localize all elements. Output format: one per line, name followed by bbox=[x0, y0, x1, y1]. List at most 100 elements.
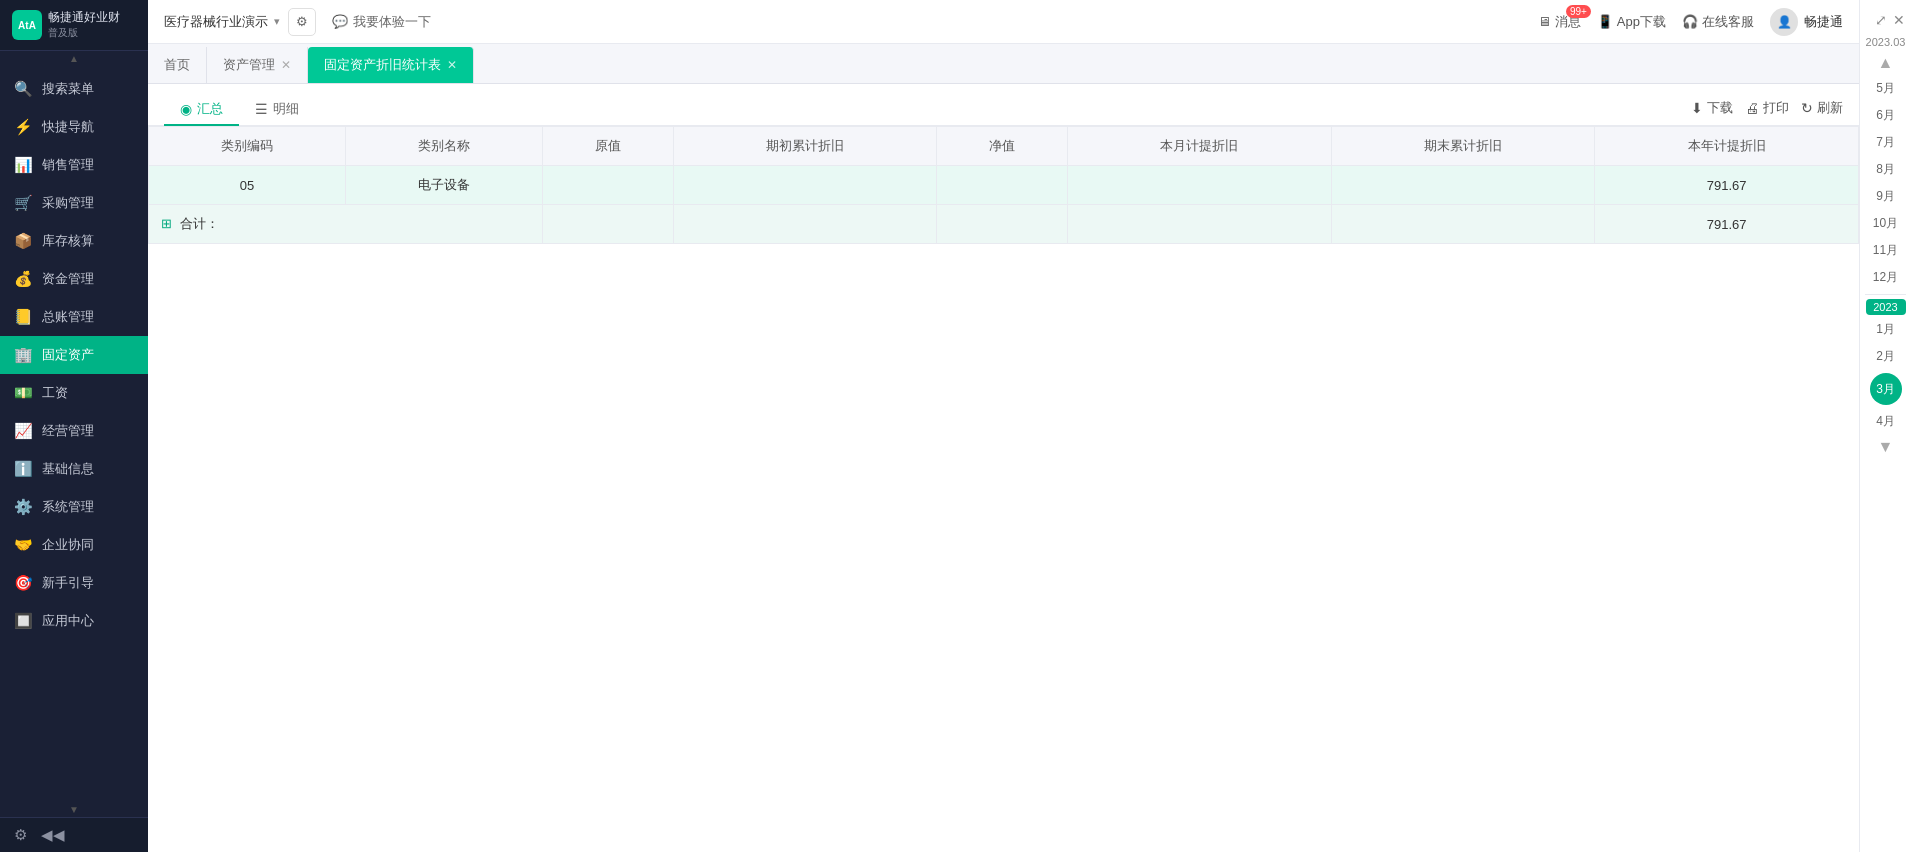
print-button[interactable]: 🖨 打印 bbox=[1745, 99, 1789, 117]
cell-code: 05 bbox=[149, 166, 346, 205]
month-scroll-down[interactable]: ▼ bbox=[1876, 436, 1896, 458]
sidebar-item-basic-info[interactable]: ℹ️ 基础信息 bbox=[0, 450, 148, 488]
sidebar-item-guide[interactable]: 🎯 新手引导 bbox=[0, 564, 148, 602]
tab-home[interactable]: 首页 bbox=[148, 47, 207, 83]
refresh-button[interactable]: ↻ 刷新 bbox=[1801, 99, 1843, 117]
sidebar-item-sales[interactable]: 📊 销售管理 bbox=[0, 146, 148, 184]
sidebar-item-label: 应用中心 bbox=[42, 612, 94, 630]
chart-icon: 📊 bbox=[14, 156, 32, 174]
user-area[interactable]: 👤 畅捷通 bbox=[1770, 8, 1843, 36]
sidebar-item-label: 快捷导航 bbox=[42, 118, 94, 136]
subtab-detail[interactable]: ☰ 明细 bbox=[239, 94, 315, 126]
month-item-6[interactable]: 6月 bbox=[1866, 103, 1906, 128]
cell-initial-acc bbox=[673, 166, 937, 205]
sidebar-item-purchase[interactable]: 🛒 采购管理 bbox=[0, 184, 148, 222]
sidebar-item-label: 经营管理 bbox=[42, 422, 94, 440]
right-panel: ⤢ ✕ 2023.03 ▲ 5月 6月 7月 8月 9月 10月 11月 12月… bbox=[1859, 0, 1911, 852]
close-panel-icon[interactable]: ✕ bbox=[1893, 12, 1905, 28]
tab-asset-mgmt-close[interactable]: ✕ bbox=[281, 58, 291, 72]
collapse-icon[interactable]: ◀◀ bbox=[41, 826, 65, 844]
logo-icon: AtA bbox=[12, 10, 42, 40]
topbar: 医疗器械行业演示 ▾ ⚙ 💬 我要体验一下 🖥 消息 99+ 📱 App下载 🎧… bbox=[148, 0, 1859, 44]
download-button[interactable]: ⬇ 下载 bbox=[1691, 99, 1733, 117]
month-item-9[interactable]: 9月 bbox=[1866, 184, 1906, 209]
cell-net bbox=[937, 166, 1068, 205]
appstore-icon: 🔲 bbox=[14, 612, 32, 630]
col-name: 类别名称 bbox=[346, 127, 543, 166]
topbar-right: 🖥 消息 99+ 📱 App下载 🎧 在线客服 👤 畅捷通 bbox=[1538, 8, 1843, 36]
sidebar-item-search[interactable]: 🔍 搜索菜单 bbox=[0, 70, 148, 108]
current-period-label: 2023.03 bbox=[1860, 34, 1911, 50]
month-item-3-active[interactable]: 3月 bbox=[1870, 373, 1902, 405]
customer-service-button[interactable]: 🎧 在线客服 bbox=[1682, 13, 1754, 31]
messages-button[interactable]: 🖥 消息 99+ bbox=[1538, 13, 1581, 31]
month-item-4[interactable]: 4月 bbox=[1866, 409, 1906, 434]
subtab-detail-label: 明细 bbox=[273, 100, 299, 118]
sidebar-item-quicknav[interactable]: ⚡ 快捷导航 bbox=[0, 108, 148, 146]
sidebar-item-label: 销售管理 bbox=[42, 156, 94, 174]
sidebar-item-ops[interactable]: 📈 经营管理 bbox=[0, 412, 148, 450]
toolbar: ⬇ 下载 🖨 打印 ↻ 刷新 bbox=[1691, 91, 1843, 125]
cell-monthly-dep bbox=[1067, 166, 1331, 205]
sidebar-item-fixed-assets[interactable]: 🏢 固定资产 bbox=[0, 336, 148, 374]
year-badge[interactable]: 2023 bbox=[1866, 299, 1906, 315]
search-icon: 🔍 bbox=[14, 80, 32, 98]
app-logo: AtA 畅捷通好业财 普及版 bbox=[0, 0, 148, 51]
subtab-summary[interactable]: ◉ 汇总 bbox=[164, 94, 239, 126]
month-item-7[interactable]: 7月 bbox=[1866, 130, 1906, 155]
scroll-down-indicator[interactable]: ▼ bbox=[69, 804, 79, 815]
avatar: 👤 bbox=[1770, 8, 1798, 36]
month-item-1[interactable]: 1月 bbox=[1866, 317, 1906, 342]
subtab-summary-label: 汇总 bbox=[197, 100, 223, 118]
month-item-11[interactable]: 11月 bbox=[1866, 238, 1906, 263]
sidebar: AtA 畅捷通好业财 普及版 ▲ 🔍 搜索菜单 ⚡ 快捷导航 📊 销售管理 🛒 … bbox=[0, 0, 148, 852]
sidebar-item-label: 基础信息 bbox=[42, 460, 94, 478]
total-net bbox=[937, 205, 1068, 244]
expand-panel-icon[interactable]: ⤢ bbox=[1875, 12, 1887, 28]
sidebar-footer: ⚙ ◀◀ bbox=[0, 817, 148, 852]
tab-home-label: 首页 bbox=[164, 56, 190, 74]
sidebar-item-label: 资金管理 bbox=[42, 270, 94, 288]
col-year-dep: 本年计提折旧 bbox=[1595, 127, 1859, 166]
sidebar-item-inventory[interactable]: 📦 库存核算 bbox=[0, 222, 148, 260]
guide-icon: 🎯 bbox=[14, 574, 32, 592]
sidebar-item-appstore[interactable]: 🔲 应用中心 bbox=[0, 602, 148, 640]
headset-icon: 🎧 bbox=[1682, 14, 1698, 29]
experience-button[interactable]: 💬 我要体验一下 bbox=[332, 13, 431, 31]
month-item-5[interactable]: 5月 bbox=[1866, 76, 1906, 101]
month-item-12[interactable]: 12月 bbox=[1866, 265, 1906, 290]
scroll-up-indicator[interactable]: ▲ bbox=[69, 53, 79, 64]
sidebar-item-finance[interactable]: 💰 资金管理 bbox=[0, 260, 148, 298]
month-scroll-up[interactable]: ▲ bbox=[1876, 52, 1896, 74]
month-item-2[interactable]: 2月 bbox=[1866, 344, 1906, 369]
total-label-cell: ⊞ 合计： bbox=[149, 205, 543, 244]
right-panel-header: ⤢ ✕ bbox=[1860, 8, 1911, 32]
sidebar-item-label: 系统管理 bbox=[42, 498, 94, 516]
sidebar-item-system[interactable]: ⚙️ 系统管理 bbox=[0, 488, 148, 526]
experience-icon: 💬 bbox=[332, 14, 348, 29]
detail-icon: ☰ bbox=[255, 101, 268, 117]
cell-name: 电子设备 bbox=[346, 166, 543, 205]
company-selector[interactable]: 医疗器械行业演示 ▾ bbox=[164, 13, 280, 31]
tab-depreciation[interactable]: 固定资产折旧统计表 ✕ bbox=[308, 47, 474, 83]
sidebar-item-label: 固定资产 bbox=[42, 346, 94, 364]
download-label: 下载 bbox=[1707, 99, 1733, 117]
sidebar-item-ledger[interactable]: 📒 总账管理 bbox=[0, 298, 148, 336]
sidebar-nav: 🔍 搜索菜单 ⚡ 快捷导航 📊 销售管理 🛒 采购管理 📦 库存核算 💰 资金管… bbox=[0, 66, 148, 802]
month-item-10[interactable]: 10月 bbox=[1866, 211, 1906, 236]
sidebar-item-payroll[interactable]: 💵 工资 bbox=[0, 374, 148, 412]
lightning-icon: ⚡ bbox=[14, 118, 32, 136]
app-download-button[interactable]: 📱 App下载 bbox=[1597, 13, 1666, 31]
messages-badge: 99+ bbox=[1566, 5, 1591, 18]
total-original bbox=[543, 205, 674, 244]
tab-asset-mgmt[interactable]: 资产管理 ✕ bbox=[207, 47, 308, 83]
month-item-8[interactable]: 8月 bbox=[1866, 157, 1906, 182]
col-original: 原值 bbox=[543, 127, 674, 166]
settings-button[interactable]: ⚙ bbox=[288, 8, 316, 36]
sidebar-item-enterprise[interactable]: 🤝 企业协同 bbox=[0, 526, 148, 564]
tab-depreciation-close[interactable]: ✕ bbox=[447, 58, 457, 72]
settings-footer-icon[interactable]: ⚙ bbox=[14, 826, 27, 844]
sidebar-item-label: 工资 bbox=[42, 384, 68, 402]
col-end-acc: 期末累计折旧 bbox=[1331, 127, 1595, 166]
total-initial-acc bbox=[673, 205, 937, 244]
